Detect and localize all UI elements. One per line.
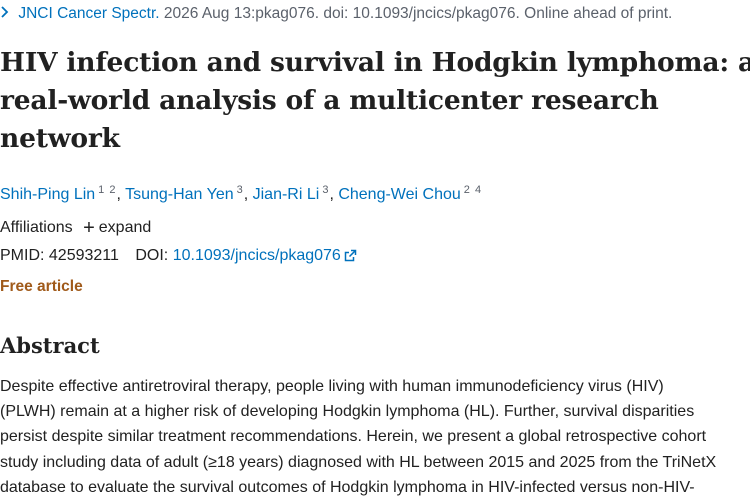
citation-line: JNCI Cancer Spectr. 2026 Aug 13:pkag076.… [0,3,672,25]
article-title: HIV infection and survival in Hodgkin ly… [0,44,750,158]
author-list: Shih-Ping Lin 1 2, Tsung-Han Yen 3, Jian-R… [0,184,483,203]
abstract-line: Despite effective antiretroviral therapy… [0,378,664,395]
author-link[interactable]: Tsung-Han Yen [125,186,234,203]
identifiers-row: PMID: 42593211 DOI: 10.1093/jncics/pkag0… [0,244,357,270]
author-link[interactable]: Cheng-Wei Chou [338,186,460,203]
affiliations-label: Affiliations [0,219,73,236]
author-affiliation-refs[interactable]: 1 2 [98,184,116,196]
pmid-label: PMID: [0,247,45,264]
title-line: HIV infection and survival in Hodgkin ly… [0,47,750,78]
abstract-line: study including data of adult (≥18 years… [0,453,717,471]
abstract-text: Despite effective antiretroviral therapy… [0,374,750,500]
doi-link[interactable]: 10.1093/jncics/pkag076 [173,247,357,264]
abstract-heading: Abstract [0,333,100,358]
citation-details: 2026 Aug 13:pkag076. doi: 10.1093/jncics… [163,5,673,22]
abstract-line: persist despite similar treatment recomm… [0,428,707,446]
journal-link[interactable]: JNCI Cancer Spectr. [18,5,159,22]
affiliations-expand-button[interactable]: + expand [83,217,152,239]
title-line: network [0,123,120,154]
author-affiliation-refs[interactable]: 2 4 [464,184,482,196]
author-link[interactable]: Shih-Ping Lin [0,186,95,203]
author-affiliation-refs[interactable]: 3 [237,184,244,196]
article-page: JNCI Cancer Spectr. 2026 Aug 13:pkag076.… [0,0,750,500]
free-article-badge: Free article [0,278,83,295]
external-link-icon [344,246,357,270]
title-line: real-world analysis of a multicenter res… [0,85,659,116]
abstract-line: (PLWH) remain at a higher risk of develo… [0,403,695,421]
affiliations-row: Affiliations + expand [0,216,151,240]
author-link[interactable]: Jian-Ri Li [253,186,320,203]
doi-value: 10.1093/jncics/pkag076 [172,247,341,264]
plus-icon: + [83,217,95,239]
doi-label: DOI: [135,247,169,264]
chevron-right-icon[interactable] [0,3,14,25]
pmid-value: 42593211 [48,247,119,264]
abstract-line: database to evaluate the survival outcom… [0,478,695,496]
expand-label: expand [98,219,152,236]
